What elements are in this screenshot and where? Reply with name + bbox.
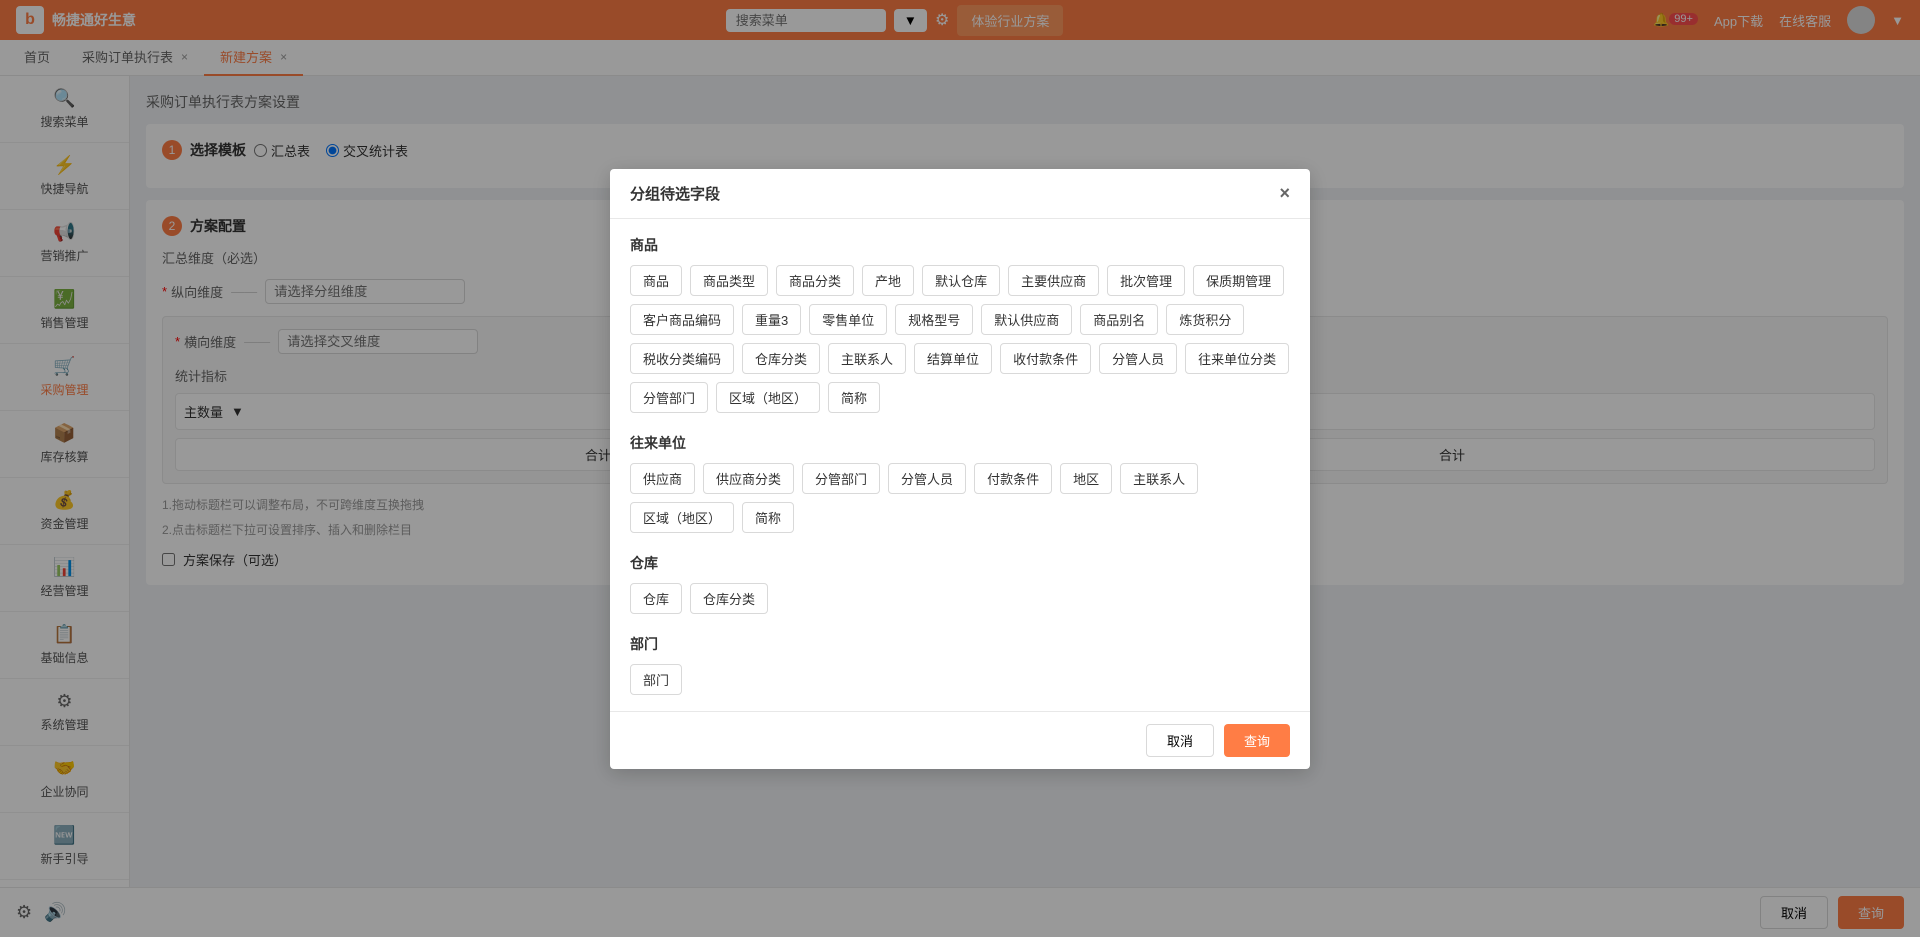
modal-overlay: 分组待选字段 × 商品 商品 商品类型 商品分类 产地 默认仓库 主要供应商 批… xyxy=(0,0,1920,937)
tag-refine-points[interactable]: 炼货积分 xyxy=(1166,304,1244,335)
section-warehouse-title: 仓库 xyxy=(630,553,1290,573)
section-warehouse: 仓库 仓库 仓库分类 xyxy=(630,553,1290,614)
section-partner-tags: 供应商 供应商分类 分管部门 分管人员 付款条件 地区 主联系人 区域（地区） … xyxy=(630,463,1290,533)
tag-supplier[interactable]: 供应商 xyxy=(630,463,695,494)
cancel-button[interactable]: 取消 xyxy=(1146,724,1214,757)
modal-title: 分组待选字段 xyxy=(630,183,720,204)
tag-goods[interactable]: 商品 xyxy=(630,265,682,296)
tag-area[interactable]: 地区 xyxy=(1060,463,1112,494)
tag-default-warehouse[interactable]: 默认仓库 xyxy=(922,265,1000,296)
field-select-modal: 分组待选字段 × 商品 商品 商品类型 商品分类 产地 默认仓库 主要供应商 批… xyxy=(610,169,1310,769)
tag-partner-category[interactable]: 往来单位分类 xyxy=(1185,343,1289,374)
section-partner: 往来单位 供应商 供应商分类 分管部门 分管人员 付款条件 地区 主联系人 区域… xyxy=(630,433,1290,533)
tag-settlement-unit[interactable]: 结算单位 xyxy=(914,343,992,374)
modal-body: 商品 商品 商品类型 商品分类 产地 默认仓库 主要供应商 批次管理 保质期管理… xyxy=(610,219,1310,711)
tag-retail-unit[interactable]: 零售单位 xyxy=(809,304,887,335)
tag-supplier-category[interactable]: 供应商分类 xyxy=(703,463,794,494)
tag-main-supplier[interactable]: 主要供应商 xyxy=(1008,265,1099,296)
tag-payment-cond[interactable]: 付款条件 xyxy=(974,463,1052,494)
section-dept: 部门 部门 xyxy=(630,634,1290,695)
tag-payment-terms[interactable]: 收付款条件 xyxy=(1000,343,1091,374)
section-dept-title: 部门 xyxy=(630,634,1290,654)
tag-dept[interactable]: 分管部门 xyxy=(630,382,708,413)
modal-footer: 取消 查询 xyxy=(610,711,1310,769)
modal-close-button[interactable]: × xyxy=(1279,183,1290,204)
tag-partner-dept[interactable]: 分管部门 xyxy=(802,463,880,494)
tag-region[interactable]: 区域（地区） xyxy=(716,382,820,413)
tag-partner-abbr[interactable]: 简称 xyxy=(742,502,794,533)
section-partner-title: 往来单位 xyxy=(630,433,1290,453)
tag-spec-model[interactable]: 规格型号 xyxy=(895,304,973,335)
tag-goods-type[interactable]: 商品类型 xyxy=(690,265,768,296)
tag-main-contact[interactable]: 主联系人 xyxy=(828,343,906,374)
tag-customer-code[interactable]: 客户商品编码 xyxy=(630,304,734,335)
tag-warehouse-category[interactable]: 仓库分类 xyxy=(742,343,820,374)
tag-partner-contact[interactable]: 主联系人 xyxy=(1120,463,1198,494)
section-goods-title: 商品 xyxy=(630,235,1290,255)
tag-abbr[interactable]: 简称 xyxy=(828,382,880,413)
section-goods: 商品 商品 商品类型 商品分类 产地 默认仓库 主要供应商 批次管理 保质期管理… xyxy=(630,235,1290,413)
tag-goods-alias[interactable]: 商品别名 xyxy=(1080,304,1158,335)
tag-expiry-mgmt[interactable]: 保质期管理 xyxy=(1193,265,1284,296)
tag-default-supplier[interactable]: 默认供应商 xyxy=(981,304,1072,335)
confirm-button[interactable]: 查询 xyxy=(1224,724,1290,757)
tag-warehouse[interactable]: 仓库 xyxy=(630,583,682,614)
tag-partner-manager[interactable]: 分管人员 xyxy=(888,463,966,494)
tag-department[interactable]: 部门 xyxy=(630,664,682,695)
modal-header: 分组待选字段 × xyxy=(610,169,1310,219)
tag-weight3[interactable]: 重量3 xyxy=(742,304,801,335)
tag-origin[interactable]: 产地 xyxy=(862,265,914,296)
tag-partner-region[interactable]: 区域（地区） xyxy=(630,502,734,533)
section-warehouse-tags: 仓库 仓库分类 xyxy=(630,583,1290,614)
tag-goods-category[interactable]: 商品分类 xyxy=(776,265,854,296)
tag-tax-code[interactable]: 税收分类编码 xyxy=(630,343,734,374)
tag-manager[interactable]: 分管人员 xyxy=(1099,343,1177,374)
section-dept-tags: 部门 xyxy=(630,664,1290,695)
tag-batch-mgmt[interactable]: 批次管理 xyxy=(1107,265,1185,296)
section-goods-tags: 商品 商品类型 商品分类 产地 默认仓库 主要供应商 批次管理 保质期管理 客户… xyxy=(630,265,1290,413)
tag-warehouse-cat[interactable]: 仓库分类 xyxy=(690,583,768,614)
